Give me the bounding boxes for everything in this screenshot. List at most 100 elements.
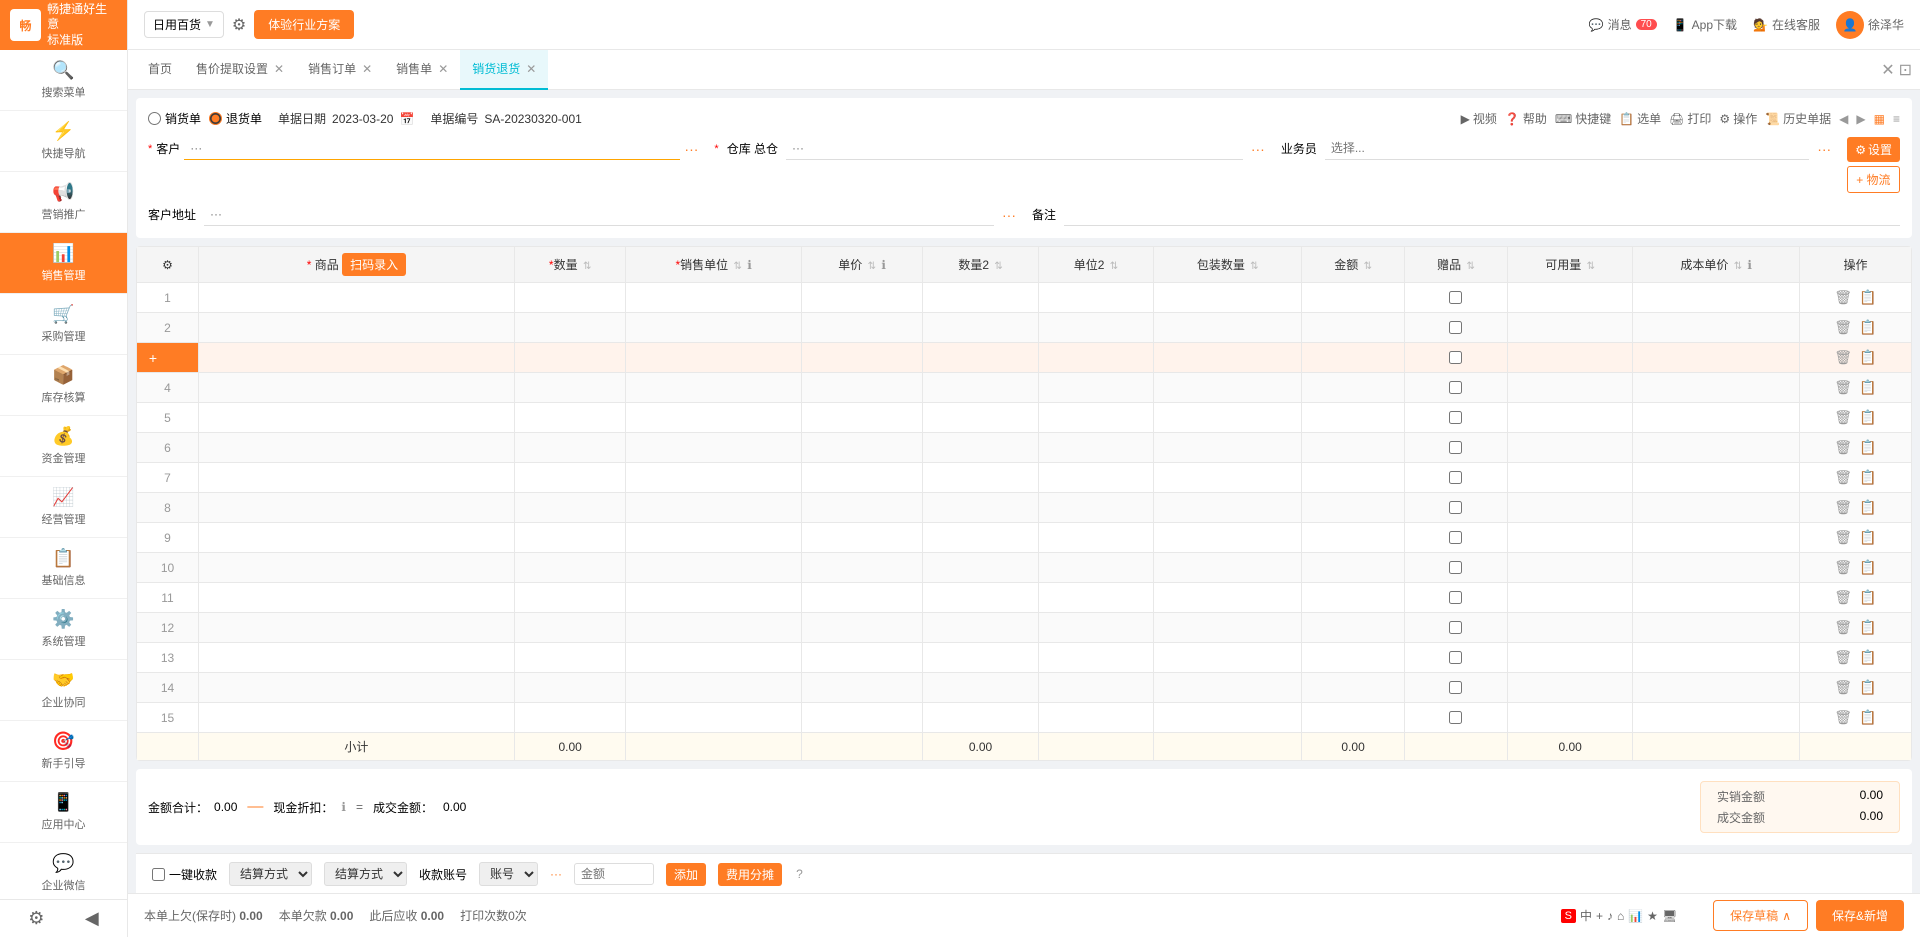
row-avail-cell[interactable] [1507, 373, 1632, 403]
row-avail-cell[interactable] [1507, 523, 1632, 553]
amount-sort[interactable]: ⇅ [1364, 261, 1372, 272]
row-price-cell[interactable] [801, 523, 923, 553]
row-unit-cell[interactable] [626, 553, 801, 583]
tab-sales-return[interactable]: 销货退货 ✕ [460, 50, 548, 90]
row-pack-cell[interactable] [1154, 433, 1302, 463]
toolbar-icon-s[interactable]: S [1561, 909, 1576, 923]
gift-checkbox[interactable] [1449, 531, 1462, 544]
row-unit2-cell[interactable] [1038, 493, 1153, 523]
row-unit2-cell[interactable] [1038, 343, 1153, 373]
row-pack-cell[interactable] [1154, 493, 1302, 523]
row-unit-cell[interactable] [626, 613, 801, 643]
row-avail-cell[interactable] [1507, 583, 1632, 613]
shortcut-btn[interactable]: ⌨ 快捷键 [1555, 110, 1611, 127]
row-qty-cell[interactable] [514, 583, 626, 613]
history-btn[interactable]: 📜 历史单据 [1765, 110, 1831, 127]
copy-row-btn[interactable]: 📋 [1857, 677, 1878, 698]
toolbar-icon-zh[interactable]: 中 [1580, 907, 1592, 924]
row-unit-cell[interactable] [626, 463, 801, 493]
gift-checkbox[interactable] [1449, 291, 1462, 304]
help-btn[interactable]: ❓ 帮助 [1505, 110, 1547, 127]
row-product-cell[interactable] [199, 493, 515, 523]
gift-checkbox[interactable] [1449, 561, 1462, 574]
product-input[interactable] [205, 351, 508, 365]
gift-checkbox[interactable] [1449, 681, 1462, 694]
row-amount-cell[interactable] [1302, 493, 1405, 523]
row-unit2-cell[interactable] [1038, 583, 1153, 613]
row-unit2-cell[interactable] [1038, 373, 1153, 403]
sidebar-item-inventory[interactable]: 📦库存核算 [0, 355, 127, 416]
row-amount-cell[interactable] [1302, 403, 1405, 433]
add-payment-btn[interactable]: 添加 [666, 863, 706, 886]
delete-row-btn[interactable]: 🗑 [1832, 557, 1854, 578]
row-amount-cell[interactable] [1302, 463, 1405, 493]
row-product-cell[interactable] [199, 463, 515, 493]
gear-settings-icon[interactable]: ⚙ [232, 15, 246, 35]
row-unit2-cell[interactable] [1038, 523, 1153, 553]
gift-checkbox[interactable] [1449, 411, 1462, 424]
experience-btn[interactable]: 体验行业方案 [254, 10, 354, 39]
copy-row-btn[interactable]: 📋 [1857, 467, 1878, 488]
customer-dots[interactable]: ··· [684, 141, 698, 157]
settings-footer-icon[interactable]: ⚙ [28, 908, 44, 929]
row-avail-cell[interactable] [1507, 343, 1632, 373]
row-qty-cell[interactable] [514, 553, 626, 583]
row-amount-cell[interactable] [1302, 643, 1405, 673]
row-qty-cell[interactable] [514, 343, 626, 373]
row-qty-cell[interactable] [514, 373, 626, 403]
row-cost-cell[interactable] [1633, 613, 1800, 643]
list-view-icon[interactable]: ≡ [1893, 112, 1900, 126]
row-cost-cell[interactable] [1633, 583, 1800, 613]
row-gift-cell[interactable] [1405, 643, 1508, 673]
sidebar-item-enterprise[interactable]: 🤝企业协同 [0, 660, 127, 721]
delete-row-btn[interactable]: 🗑 [1832, 617, 1854, 638]
row-unit2-cell[interactable] [1038, 283, 1153, 313]
row-price-cell[interactable] [801, 613, 923, 643]
row-avail-cell[interactable] [1507, 403, 1632, 433]
sidebar-item-sales[interactable]: 📊销售管理 [0, 233, 127, 294]
row-qty2-cell[interactable] [923, 313, 1038, 343]
tab-price-settings[interactable]: 售价提取设置 ✕ [184, 50, 296, 90]
gift-checkbox[interactable] [1449, 381, 1462, 394]
gift-checkbox[interactable] [1449, 591, 1462, 604]
delete-row-btn[interactable]: 🗑 [1832, 497, 1854, 518]
account-select[interactable]: 账号 [479, 862, 538, 886]
one-click-payment[interactable]: 一键收款 [152, 866, 217, 883]
logistics-button[interactable]: + 物流 [1847, 166, 1900, 193]
calc-method-select2[interactable]: 结算方式 [324, 862, 407, 886]
row-unit2-cell[interactable] [1038, 613, 1153, 643]
row-qty2-cell[interactable] [923, 553, 1038, 583]
row-avail-cell[interactable] [1507, 283, 1632, 313]
row-amount-cell[interactable] [1302, 523, 1405, 553]
row-amount-cell[interactable] [1302, 373, 1405, 403]
row-product-cell[interactable] [199, 283, 515, 313]
row-avail-cell[interactable] [1507, 673, 1632, 703]
row-gift-cell[interactable] [1405, 493, 1508, 523]
row-unit-cell[interactable] [626, 373, 801, 403]
delete-row-btn[interactable]: 🗑 [1832, 437, 1854, 458]
row-unit2-cell[interactable] [1038, 463, 1153, 493]
delete-row-btn[interactable]: 🗑 [1832, 287, 1854, 308]
row-gift-cell[interactable] [1405, 583, 1508, 613]
gear-col-icon[interactable]: ⚙ [162, 258, 173, 272]
gift-checkbox[interactable] [1449, 441, 1462, 454]
row-gift-cell[interactable] [1405, 313, 1508, 343]
row-pack-cell[interactable] [1154, 673, 1302, 703]
copy-row-btn[interactable]: 📋 [1857, 527, 1878, 548]
tab-close-price-settings[interactable]: ✕ [274, 62, 284, 76]
message-item[interactable]: 💬 消息 70 [1589, 16, 1657, 33]
row-unit-cell[interactable] [626, 433, 801, 463]
row-cost-cell[interactable] [1633, 343, 1800, 373]
row-unit2-cell[interactable] [1038, 553, 1153, 583]
row-pack-cell[interactable] [1154, 553, 1302, 583]
gift-checkbox[interactable] [1449, 651, 1462, 664]
copy-row-btn[interactable]: 📋 [1857, 647, 1878, 668]
gift-sort[interactable]: ⇅ [1466, 261, 1474, 272]
tab-sales-delivery[interactable]: 销售单 ✕ [384, 50, 460, 90]
delete-row-btn[interactable]: 🗑 [1832, 317, 1854, 338]
gift-checkbox[interactable] [1449, 621, 1462, 634]
row-unit-cell[interactable] [626, 403, 801, 433]
pack-sort[interactable]: ⇅ [1250, 261, 1258, 272]
row-amount-cell[interactable] [1302, 613, 1405, 643]
row-cost-cell[interactable] [1633, 673, 1800, 703]
